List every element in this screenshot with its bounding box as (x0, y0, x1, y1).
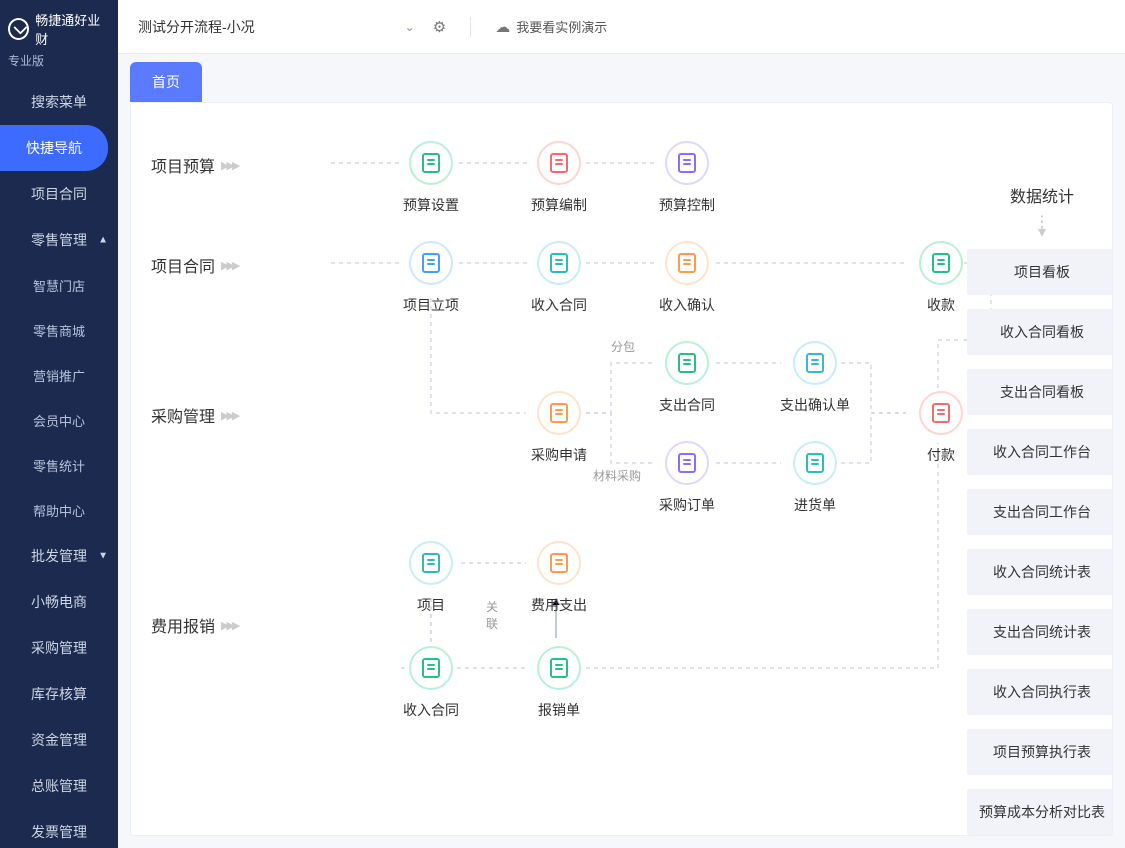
demo-text: 我要看实例演示 (516, 17, 607, 36)
stat-btn-0[interactable]: 项目看板 (967, 249, 1113, 295)
row-label-contract: 项目合同▶▶▶ (151, 253, 237, 277)
node-proj-start[interactable]: 项目立项 (391, 241, 471, 315)
doc-icon (537, 391, 581, 435)
node-proj[interactable]: 项目 (391, 541, 471, 615)
sidebar-item-inventory[interactable]: 库存核算 (0, 671, 118, 717)
doc-icon (409, 646, 453, 690)
topbar: 测试分开流程-小况 ⌄ ⚙ ☁ 我要看实例演示 (118, 0, 1125, 54)
stat-btn-4[interactable]: 支出合同工作台 (967, 489, 1113, 535)
tri-icon: ▶▶▶ (221, 159, 237, 172)
process-selector[interactable]: 测试分开流程-小况 ⌄ (138, 17, 415, 37)
doc-icon (793, 441, 837, 485)
doc-icon (537, 241, 581, 285)
node-budget-ctrl[interactable]: 预算控制 (647, 141, 727, 215)
main: 测试分开流程-小况 ⌄ ⚙ ☁ 我要看实例演示 首页 (118, 0, 1125, 848)
sidebar-item-quicknav[interactable]: 快捷导航 (0, 125, 108, 171)
tri-icon: ▶▶▶ (221, 619, 237, 632)
row-label-budget: 项目预算▶▶▶ (151, 153, 237, 177)
chevron-down-icon: ▼ (98, 551, 108, 562)
app-root: 畅捷通好业财 专业版 搜索菜单 快捷导航 项目合同 零售管理▲ 智慧门店 零售商… (0, 0, 1125, 848)
doc-icon (919, 241, 963, 285)
mini-label-lian: 联 (486, 615, 498, 632)
brand: 畅捷通好业财 (0, 0, 118, 52)
sidebar-item-retail[interactable]: 零售管理▲ (0, 217, 118, 263)
doc-icon (665, 441, 709, 485)
node-reimburse[interactable]: 报销单 (519, 646, 599, 720)
node-budget-make[interactable]: 预算编制 (519, 141, 599, 215)
doc-icon (793, 341, 837, 385)
sidebar-item-funds[interactable]: 资金管理 (0, 717, 118, 763)
doc-icon (665, 141, 709, 185)
sidebar-search[interactable]: 搜索菜单 (0, 79, 118, 125)
tri-icon: ▶▶▶ (221, 259, 237, 272)
canvas-wrap: 项目预算▶▶▶ 项目合同▶▶▶ 采购管理▶▶▶ 费用报销▶▶▶ 分包 材料采购 … (130, 102, 1113, 836)
stat-btn-9[interactable]: 预算成本分析对比表 (967, 789, 1113, 835)
node-income-ct[interactable]: 收入合同 (519, 241, 599, 315)
chevron-down-icon: ⌄ (405, 20, 415, 34)
doc-icon (537, 646, 581, 690)
doc-icon (665, 241, 709, 285)
sidebar-item-help[interactable]: 帮助中心 (0, 488, 118, 533)
sidebar-item-invoice[interactable]: 发票管理 (0, 809, 118, 848)
stat-btn-2[interactable]: 支出合同看板 (967, 369, 1113, 415)
divider (470, 17, 471, 37)
node-budget-set[interactable]: 预算设置 (391, 141, 471, 215)
stats-panel: 数据统计 ⋮⋮▾ 项目看板 收入合同看板 支出合同看板 收入合同工作台 支出合同… (967, 183, 1113, 836)
sidebar-item-ecommerce[interactable]: 小畅电商 (0, 579, 118, 625)
demo-link[interactable]: ☁ 我要看实例演示 (495, 17, 607, 36)
gear-icon[interactable]: ⚙ (433, 18, 446, 36)
stat-btn-7[interactable]: 收入合同执行表 (967, 669, 1113, 715)
tab-home[interactable]: 首页 (130, 62, 202, 102)
mini-label-caigou: 材料采购 (593, 467, 641, 484)
tabs: 首页 (118, 54, 1125, 102)
doc-icon (665, 341, 709, 385)
sidebar-item-purchase[interactable]: 采购管理 (0, 625, 118, 671)
sidebar-item-mall[interactable]: 零售商城 (0, 308, 118, 353)
sidebar-item-contract[interactable]: 项目合同 (0, 171, 118, 217)
sidebar-item-wholesale[interactable]: 批发管理▼ (0, 533, 118, 579)
node-expense-out[interactable]: 费用支出 (519, 541, 599, 615)
node-stock-in[interactable]: 进货单 (775, 441, 855, 515)
doc-icon (409, 541, 453, 585)
node-expend-ct[interactable]: 支出合同 (647, 341, 727, 415)
selector-text: 测试分开流程-小况 (138, 17, 255, 37)
tri-icon: ▶▶▶ (221, 409, 237, 422)
mini-label-guan: 关 (486, 598, 498, 615)
doc-icon (409, 141, 453, 185)
sidebar-nav: 快捷导航 项目合同 零售管理▲ 智慧门店 零售商城 营销推广 会员中心 零售统计… (0, 125, 118, 848)
node-income-ct2[interactable]: 收入合同 (391, 646, 471, 720)
sidebar-item-retailstat[interactable]: 零售统计 (0, 443, 118, 488)
sidebar-item-marketing[interactable]: 营销推广 (0, 353, 118, 398)
doc-icon (537, 141, 581, 185)
row-label-purchase: 采购管理▶▶▶ (151, 403, 237, 427)
node-purchase-req[interactable]: 采购申请 (519, 391, 599, 465)
stat-btn-5[interactable]: 收入合同统计表 (967, 549, 1113, 595)
doc-icon (919, 391, 963, 435)
node-expend-cf[interactable]: 支出确认单 (775, 341, 855, 415)
stat-btn-6[interactable]: 支出合同统计表 (967, 609, 1113, 655)
sidebar-item-smartstore[interactable]: 智慧门店 (0, 263, 118, 308)
sidebar-item-member[interactable]: 会员中心 (0, 398, 118, 443)
doc-icon (537, 541, 581, 585)
brand-name: 畅捷通好业财 (35, 10, 110, 48)
node-income-cf[interactable]: 收入确认 (647, 241, 727, 315)
logo-icon (8, 18, 29, 40)
arrow-down-icon: ⋮⋮▾ (967, 221, 1113, 235)
sidebar-item-ledger[interactable]: 总账管理 (0, 763, 118, 809)
cloud-icon: ☁ (495, 18, 510, 36)
brand-sub: 专业版 (0, 52, 118, 79)
row-label-expense: 费用报销▶▶▶ (151, 613, 237, 637)
sidebar: 畅捷通好业财 专业版 搜索菜单 快捷导航 项目合同 零售管理▲ 智慧门店 零售商… (0, 0, 118, 848)
flow-canvas: 项目预算▶▶▶ 项目合同▶▶▶ 采购管理▶▶▶ 费用报销▶▶▶ 分包 材料采购 … (131, 103, 1113, 836)
stat-btn-3[interactable]: 收入合同工作台 (967, 429, 1113, 475)
mini-label-fenbao: 分包 (611, 338, 635, 355)
stat-btn-1[interactable]: 收入合同看板 (967, 309, 1113, 355)
chevron-up-icon: ▲ (98, 235, 108, 246)
doc-icon (409, 241, 453, 285)
stat-btn-8[interactable]: 项目预算执行表 (967, 729, 1113, 775)
node-purchase-ord[interactable]: 采购订单 (647, 441, 727, 515)
stats-title: 数据统计 (967, 183, 1113, 207)
